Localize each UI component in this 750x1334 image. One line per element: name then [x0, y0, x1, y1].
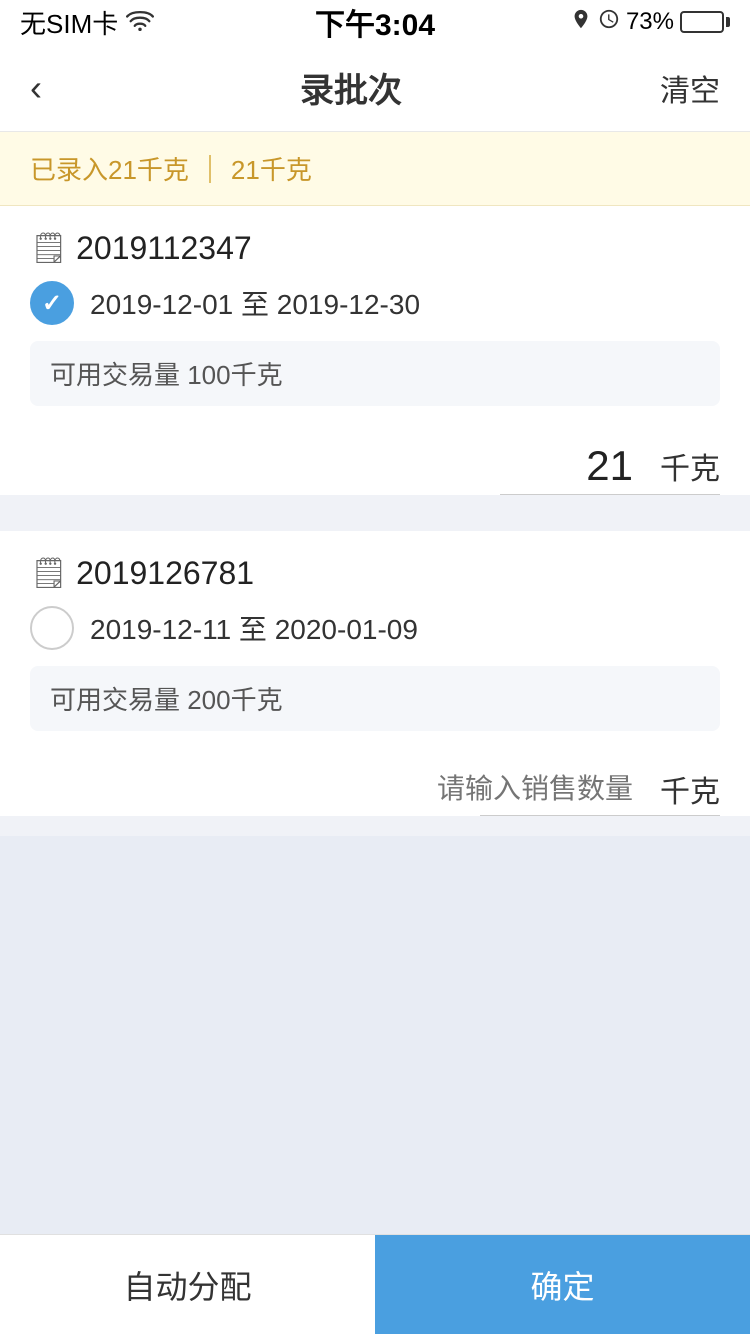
batch1-amount-row: 千克	[0, 426, 750, 490]
batch1-date: 2019-12-01 至 2019-12-30	[90, 283, 420, 323]
batch2-id-row: 🗒 2019126781	[30, 555, 720, 592]
clear-button[interactable]: 清空	[660, 66, 720, 110]
location-icon	[570, 8, 592, 37]
battery-icon	[680, 11, 730, 33]
page-title: 录批次	[300, 63, 402, 112]
batch-card-1: 🗒 2019112347 2019-12-01 至 2019-12-30 可用交…	[0, 206, 750, 495]
back-button[interactable]: ‹	[30, 67, 42, 109]
sim-text: 无SIM卡	[20, 4, 118, 41]
battery-percent: 73%	[626, 8, 674, 36]
summary-divider	[209, 155, 211, 183]
batch1-id-row: 🗒 2019112347	[30, 230, 720, 267]
batch2-underline	[480, 815, 720, 816]
batch-card-2: 🗒 2019126781 2019-12-11 至 2020-01-09 可用交…	[0, 531, 750, 816]
batch2-qty-input[interactable]	[408, 773, 648, 805]
batch2-date: 2019-12-11 至 2020-01-09	[90, 608, 418, 648]
status-left: 无SIM卡	[20, 4, 154, 41]
batch1-underline	[500, 494, 720, 495]
batch2-input-row: 千克	[0, 751, 750, 811]
batch1-date-row: 2019-12-01 至 2019-12-30	[30, 281, 720, 325]
wifi-icon	[126, 7, 154, 38]
batch2-id: 2019126781	[76, 555, 254, 592]
summary-recorded: 已录入21千克	[30, 150, 189, 187]
confirm-button[interactable]: 确定	[375, 1235, 750, 1334]
batch1-unit: 千克	[660, 444, 720, 488]
batch1-amount-input[interactable]	[568, 442, 648, 490]
card-separator-1	[0, 515, 750, 531]
batch2-unit: 千克	[660, 767, 720, 811]
status-bar: 无SIM卡 下午3:04 73%	[0, 0, 750, 44]
batch1-doc-icon: 🗒	[30, 231, 68, 266]
auto-distribute-button[interactable]: 自动分配	[0, 1235, 375, 1334]
bottom-bar: 自动分配 确定	[0, 1234, 750, 1334]
batch1-id: 2019112347	[76, 230, 252, 267]
bottom-space	[0, 836, 750, 1236]
alarm-icon	[598, 8, 620, 37]
batch2-date-row: 2019-12-11 至 2020-01-09	[30, 606, 720, 650]
status-right: 73%	[570, 8, 730, 37]
batch1-checkbox[interactable]	[30, 281, 74, 325]
batch1-available-qty: 可用交易量 100千克	[30, 341, 720, 406]
summary-bar: 已录入21千克 21千克	[0, 132, 750, 206]
summary-total: 21千克	[231, 150, 312, 187]
nav-bar: ‹ 录批次 清空	[0, 44, 750, 132]
batch2-available-qty: 可用交易量 200千克	[30, 666, 720, 731]
batch2-doc-icon: 🗒	[30, 556, 68, 591]
batch2-checkbox[interactable]	[30, 606, 74, 650]
status-time: 下午3:04	[315, 0, 435, 44]
